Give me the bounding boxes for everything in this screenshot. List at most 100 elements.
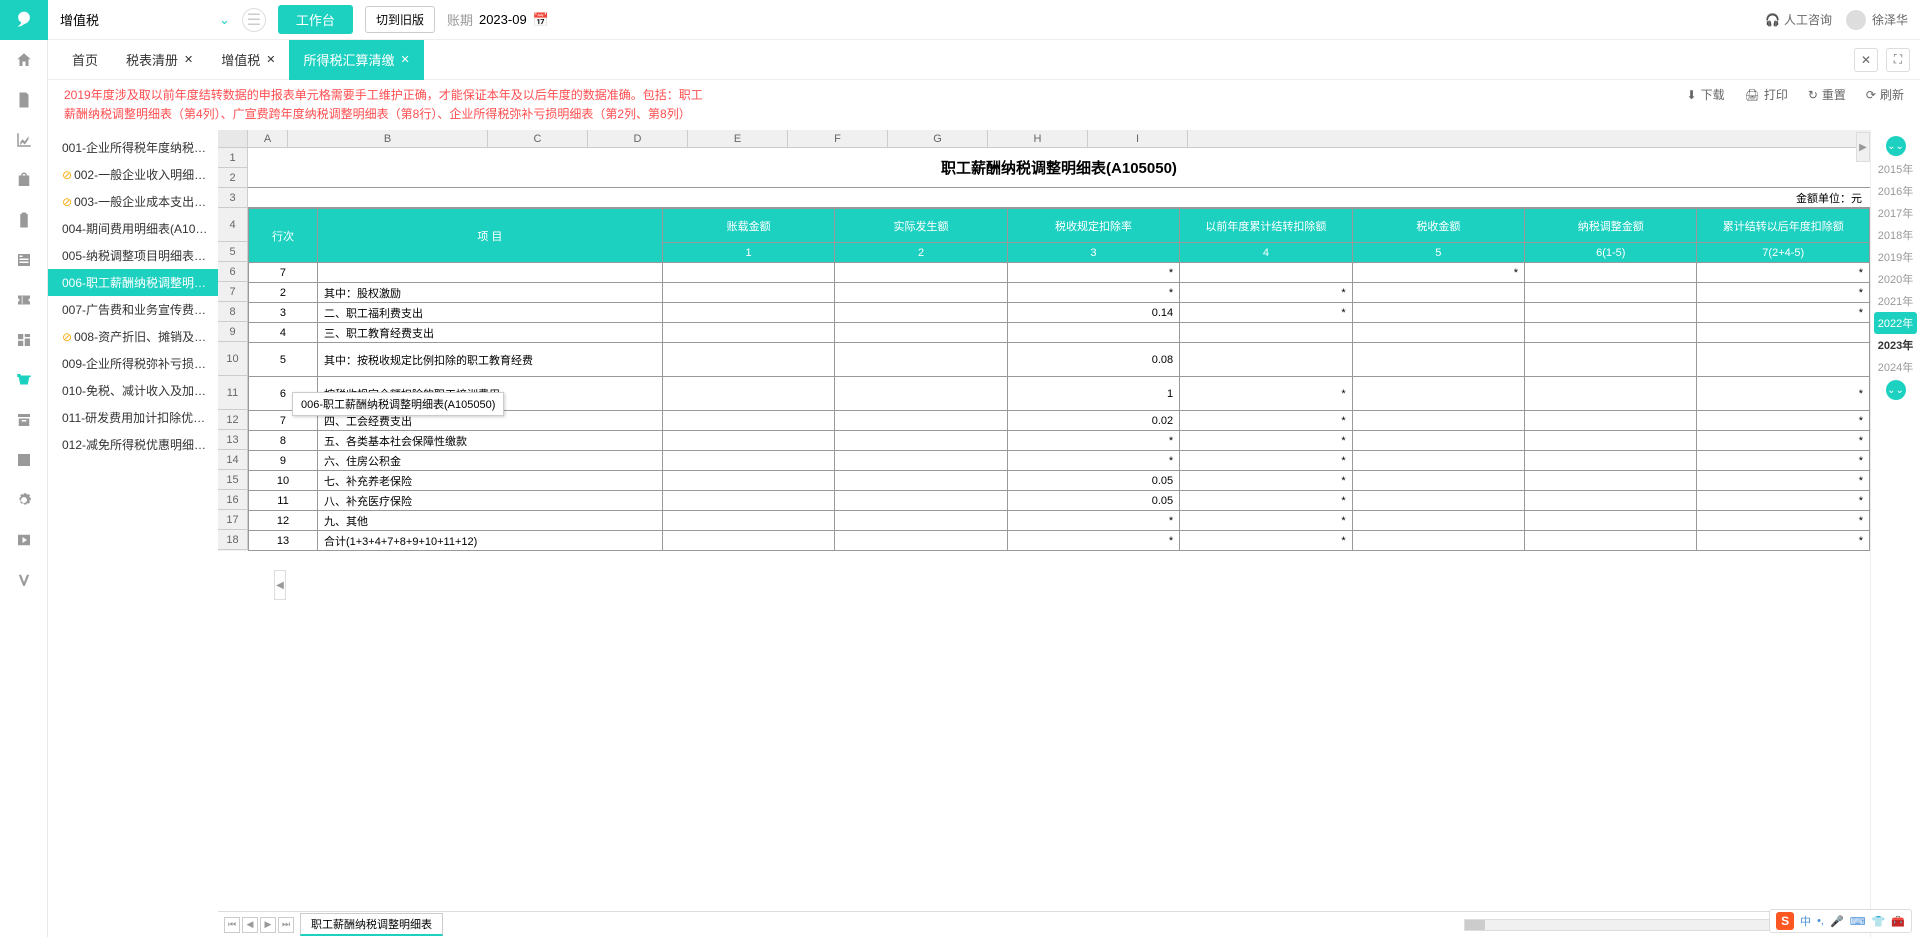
form-item-9[interactable]: 010-免税、减计收入及加计...: [48, 377, 218, 404]
form-item-5[interactable]: 006-职工薪酬纳税调整明细...: [48, 269, 218, 296]
data-cell[interactable]: [835, 263, 1007, 283]
col-header[interactable]: B: [288, 130, 488, 147]
data-cell[interactable]: [662, 511, 834, 531]
row-header[interactable]: 17: [218, 510, 248, 530]
row-header[interactable]: 15: [218, 470, 248, 490]
data-cell[interactable]: [1525, 531, 1697, 551]
refresh-button[interactable]: ⟳刷新: [1866, 86, 1904, 103]
data-cell[interactable]: *: [1697, 263, 1870, 283]
data-cell[interactable]: *: [1697, 377, 1870, 411]
tab-0[interactable]: 首页: [58, 40, 112, 80]
data-cell[interactable]: *: [1180, 531, 1352, 551]
form-item-4[interactable]: 005-纳税调整项目明细表(A1...: [48, 242, 218, 269]
tab-close-icon[interactable]: ✕: [1854, 48, 1878, 72]
data-cell[interactable]: [1352, 431, 1524, 451]
row-header[interactable]: 9: [218, 322, 248, 342]
data-cell[interactable]: *: [1180, 283, 1352, 303]
data-cell[interactable]: [662, 431, 834, 451]
data-cell[interactable]: *: [1697, 531, 1870, 551]
item-cell[interactable]: 其中：按税收规定比例扣除的职工教育经费: [317, 343, 662, 377]
ime-lang[interactable]: 中: [1800, 913, 1811, 929]
data-cell[interactable]: [835, 411, 1007, 431]
data-cell[interactable]: [662, 303, 834, 323]
tab-close-icon[interactable]: ✕: [266, 53, 275, 66]
data-cell[interactable]: [835, 511, 1007, 531]
year-item[interactable]: 2023年: [1874, 334, 1917, 356]
form-item-3[interactable]: 004-期间费用明细表(A1040...: [48, 215, 218, 242]
data-cell[interactable]: [1352, 303, 1524, 323]
data-cell[interactable]: *: [1180, 431, 1352, 451]
data-cell[interactable]: [1525, 471, 1697, 491]
nav-v-icon[interactable]: [0, 560, 48, 600]
expand-panel-icon[interactable]: ▶: [1856, 132, 1870, 162]
data-cell[interactable]: [1525, 431, 1697, 451]
item-cell[interactable]: 七、补充养老保险: [317, 471, 662, 491]
tab-3[interactable]: 所得税汇算清缴✕: [289, 40, 423, 80]
data-cell[interactable]: [662, 323, 834, 343]
data-cell[interactable]: [835, 471, 1007, 491]
col-header[interactable]: H: [988, 130, 1088, 147]
nav-ticket-icon[interactable]: [0, 280, 48, 320]
data-cell[interactable]: [1525, 263, 1697, 283]
item-cell[interactable]: 二、职工福利费支出: [317, 303, 662, 323]
data-cell[interactable]: [1352, 531, 1524, 551]
nav-video-icon[interactable]: [0, 520, 48, 560]
row-header[interactable]: 16: [218, 490, 248, 510]
data-cell[interactable]: *: [1007, 511, 1179, 531]
data-cell[interactable]: [1180, 343, 1352, 377]
data-cell[interactable]: *: [1180, 377, 1352, 411]
row-header[interactable]: 4: [218, 208, 248, 242]
period-value[interactable]: 2023-09: [479, 12, 527, 27]
year-item[interactable]: 2020年: [1874, 268, 1917, 290]
item-cell[interactable]: 六、住房公积金: [317, 451, 662, 471]
data-cell[interactable]: [662, 471, 834, 491]
year-item[interactable]: 2015年: [1874, 158, 1917, 180]
row-header[interactable]: 5: [218, 242, 248, 262]
row-header[interactable]: 13: [218, 430, 248, 450]
data-cell[interactable]: 0.05: [1007, 491, 1179, 511]
data-cell[interactable]: [1525, 451, 1697, 471]
reset-button[interactable]: ↻重置: [1808, 86, 1846, 103]
data-cell[interactable]: [1525, 491, 1697, 511]
data-cell[interactable]: [662, 343, 834, 377]
col-header[interactable]: C: [488, 130, 588, 147]
data-cell[interactable]: *: [1007, 283, 1179, 303]
data-cell[interactable]: 0.08: [1007, 343, 1179, 377]
form-item-7[interactable]: ⊘008-资产折旧、摊销及纳税...: [48, 323, 218, 350]
data-cell[interactable]: *: [1352, 263, 1524, 283]
data-cell[interactable]: *: [1180, 491, 1352, 511]
data-cell[interactable]: [835, 451, 1007, 471]
form-item-10[interactable]: 011-研发费用加计扣除优惠...: [48, 404, 218, 431]
data-cell[interactable]: [662, 411, 834, 431]
form-item-11[interactable]: 012-减免所得税优惠明细表(...: [48, 431, 218, 458]
row-header[interactable]: 12: [218, 410, 248, 430]
data-cell[interactable]: *: [1697, 303, 1870, 323]
data-cell[interactable]: [1525, 377, 1697, 411]
year-item[interactable]: 2019年: [1874, 246, 1917, 268]
form-item-6[interactable]: 007-广告费和业务宣传费跨...: [48, 296, 218, 323]
ime-mic-icon[interactable]: 🎤: [1830, 915, 1844, 928]
data-cell[interactable]: [1180, 263, 1352, 283]
row-header[interactable]: 18: [218, 530, 248, 550]
tab-close-icon[interactable]: ✕: [184, 53, 193, 66]
data-cell[interactable]: *: [1697, 451, 1870, 471]
nav-chart-icon[interactable]: [0, 120, 48, 160]
switch-version-button[interactable]: 切到旧版: [365, 6, 435, 33]
data-cell[interactable]: [835, 531, 1007, 551]
form-item-0[interactable]: 001-企业所得税年度纳税申...: [48, 134, 218, 161]
year-item[interactable]: 2022年: [1874, 312, 1917, 334]
data-cell[interactable]: *: [1697, 411, 1870, 431]
ime-tool-icon[interactable]: 🧰: [1891, 915, 1905, 928]
data-cell[interactable]: [1525, 343, 1697, 377]
data-cell[interactable]: *: [1697, 511, 1870, 531]
year-down-icon[interactable]: ⌄⌄: [1886, 380, 1906, 400]
data-cell[interactable]: [662, 491, 834, 511]
data-cell[interactable]: [1007, 323, 1179, 343]
tab-expand-icon[interactable]: ⛶: [1886, 48, 1910, 72]
nav-tax-icon[interactable]: [0, 360, 48, 400]
ime-keyboard-icon[interactable]: ⌨: [1850, 915, 1866, 928]
data-cell[interactable]: *: [1180, 411, 1352, 431]
nav-bag-icon[interactable]: [0, 160, 48, 200]
row-header[interactable]: 8: [218, 302, 248, 322]
form-item-1[interactable]: ⊘002-一般企业收入明细表(A...: [48, 161, 218, 188]
